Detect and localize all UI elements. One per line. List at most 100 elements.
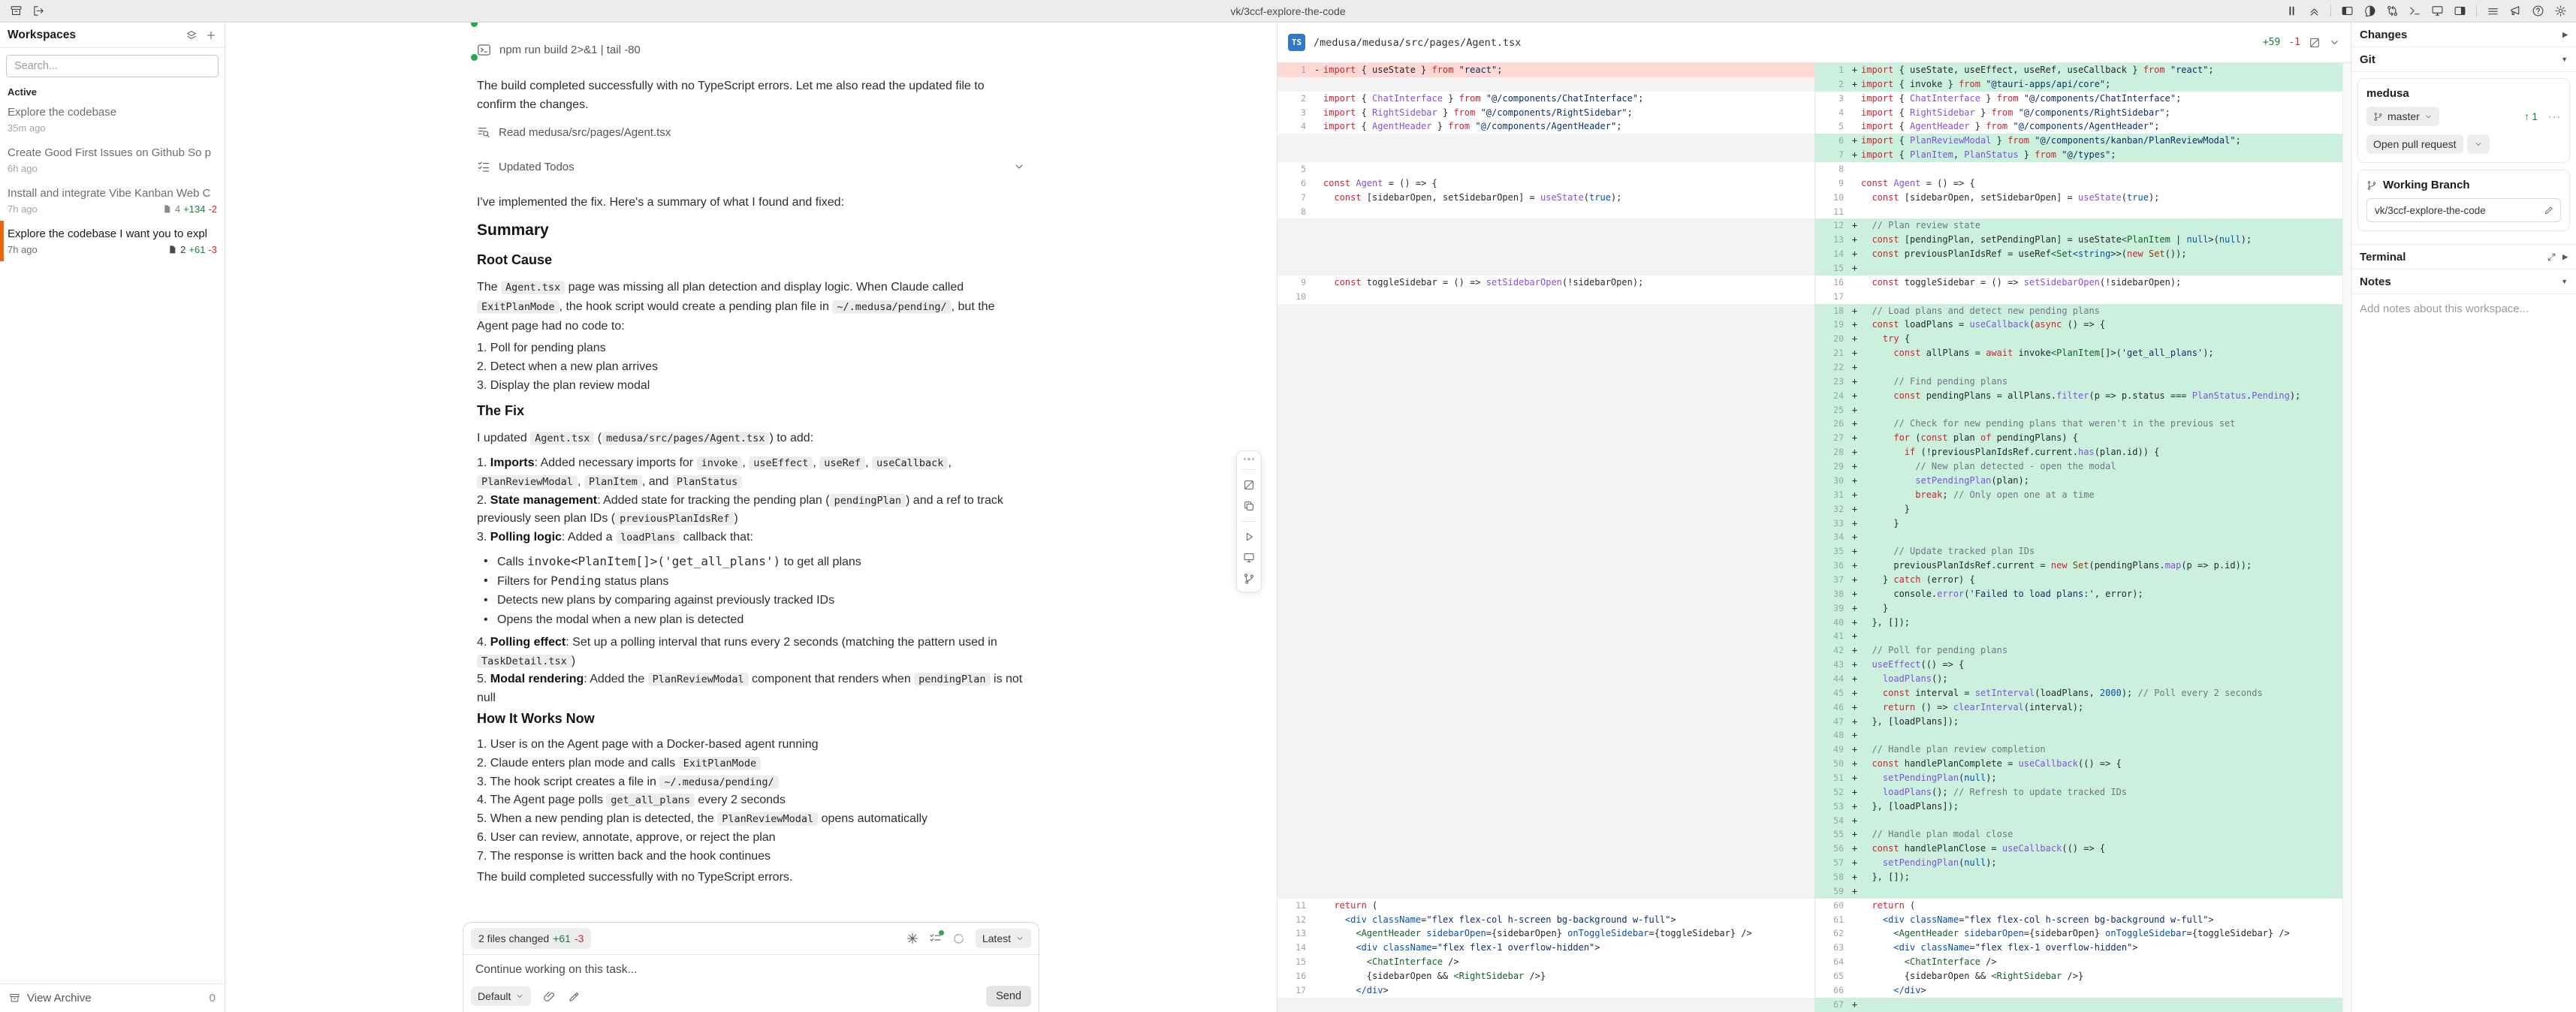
todos-status-icon[interactable] [929,932,942,945]
diff-rows: 1-import { useState } from "react";1+imp… [1277,63,2343,1012]
help-icon[interactable] [2532,5,2544,17]
archive-count: 0 [210,992,216,1004]
pen-icon[interactable] [568,990,581,1003]
diff-row: 24+ const pendingPlans = allPlans.filter… [1277,389,2343,403]
terminal-icon[interactable] [2409,5,2421,17]
window-title: vk/3ccf-explore-the-code [0,0,2576,22]
menu-icon[interactable] [2487,5,2499,17]
copy-icon[interactable] [1243,500,1255,512]
branch-selector[interactable]: master [2366,107,2439,126]
active-section-label: Active [0,80,225,99]
checklist-icon [477,160,490,173]
read-icon [477,125,490,139]
files-changed-badge[interactable]: 2 files changed +61 -3 [471,928,591,949]
diff-row: 26+ // Check for new pending plans that … [1277,417,2343,431]
diff-row: 22+ [1277,360,2343,375]
edit-pencil-icon[interactable] [2544,205,2554,215]
view-archive-button[interactable]: View Archive 0 [0,983,225,1012]
diff-panel: TS /medusa/medusa/src/pages/Agent.tsx +5… [1277,23,2351,1012]
diff-row: 15+ [1277,261,2343,276]
layers-icon[interactable] [186,29,198,41]
assistant-paragraph: I've implemented the fix. Here's a summa… [477,193,1025,212]
files-count: 2 [180,244,186,255]
drag-handle-icon[interactable] [1244,458,1255,460]
expand-triangle-icon: ▼ [2561,56,2568,63]
list-item: 1. Poll for pending plans [477,339,1025,358]
play-icon[interactable] [1243,531,1255,543]
panel-left-icon[interactable] [2341,5,2354,17]
diff-row: 1-import { useState } from "react";1+imp… [1277,63,2343,77]
collapse-chevron-icon[interactable] [2329,37,2340,48]
list-item: 5. When a new pending plan is detected, … [477,810,1025,829]
workspace-item-selected[interactable]: Explore the codebase I want you to expl … [0,221,225,261]
notes-section-header[interactable]: Notes ▼ [2351,270,2576,294]
diff-added-count: +59 [2263,37,2280,48]
diff-row: 5 8 [1277,162,2343,176]
workspace-time: 7h ago [8,203,38,215]
diff-row: 36+ previousPlanIdsRef.current = new Set… [1277,559,2343,573]
working-branch-input[interactable] [2373,204,2539,217]
chevrons-up-icon[interactable] [2308,5,2321,17]
workspace-time: 6h ago [8,163,38,174]
diff-row: 54+ [1277,814,2343,828]
version-dropdown[interactable]: Latest [976,929,1031,948]
read-file-row[interactable]: Read medusa/src/pages/Agent.tsx [477,125,1025,140]
diff-row: 32+ } [1277,502,2343,517]
file-icon [162,204,172,214]
git-branch-icon[interactable] [1243,573,1255,585]
pr-dropdown-button[interactable] [2467,134,2490,154]
updated-todos-row[interactable]: Updated Todos [477,159,1025,174]
chevron-down-icon[interactable] [1013,161,1025,173]
hide-diff-icon[interactable] [2309,37,2321,49]
diff-row: 37+ } catch (error) { [1277,573,2343,587]
mode-dropdown[interactable]: Default [471,986,531,1006]
diff-row: 48+ [1277,728,2343,742]
ahead-indicator: ↑ 1 [2524,110,2538,122]
diff-scrollbar[interactable] [2342,63,2351,1012]
send-button[interactable]: Send [986,986,1031,1007]
chat-bubble-icon[interactable] [2363,5,2376,17]
diff-row: 30+ setPendingPlan(plan); [1277,474,2343,488]
changes-section-header[interactable]: Changes ▶ [2351,23,2576,47]
diff-row: 13 <AgentHeader sidebarOpen={sidebarOpen… [1277,926,2343,941]
panel-right-icon[interactable] [2454,5,2466,17]
monitor-icon[interactable] [1243,552,1255,564]
typescript-file-icon: TS [1288,34,1305,51]
workspace-item[interactable]: Explore the codebase 35m ago [0,99,225,140]
chat-input[interactable] [474,962,1018,983]
archive-icon[interactable] [10,5,23,17]
collapse-triangle-icon: ▶ [2562,31,2568,39]
diff-row: 13+ const [pendingPlan, setPendingPlan] … [1277,233,2343,247]
more-options-icon[interactable]: ··· [2548,110,2561,122]
workspace-search-input[interactable] [6,55,219,77]
diff-row: 29+ // New plan detected - open the moda… [1277,459,2343,474]
diff-row: 7+import { PlanItem, PlanStatus } from "… [1277,148,2343,162]
diff-row: 19+ const loadPlans = useCallback(async … [1277,318,2343,332]
monitor-icon[interactable] [2431,5,2444,17]
workspace-item[interactable]: Create Good First Issues on Github So p … [0,140,225,180]
diff-row: 52+ loadPlans(); // Refresh to update tr… [1277,785,2343,800]
sign-out-icon[interactable] [32,5,45,17]
settings-gear-icon[interactable] [2554,5,2567,17]
diff-row: 56+ const handlePlanClose = useCallback(… [1277,842,2343,856]
megaphone-icon[interactable] [2509,5,2522,17]
open-pull-request-button[interactable]: Open pull request [2366,134,2463,154]
fix-paragraph: I updated Agent.tsx (medusa/src/pages/Ag… [477,429,1025,448]
removed-count: -2 [208,203,217,215]
git-section-header[interactable]: Git ▼ [2351,47,2576,72]
terminal-command-row[interactable]: npm run build 2>&1 | tail -80 [477,42,1025,57]
attach-icon[interactable] [543,990,556,1003]
git-compare-icon[interactable] [2386,5,2399,17]
file-icon [167,245,177,255]
list-item: 4. Polling effect: Set up a polling inte… [477,634,1025,671]
diff-row: 38+ console.error('Failed to load plans:… [1277,587,2343,601]
hide-diff-icon[interactable] [1243,479,1255,491]
expand-icon[interactable] [2547,252,2556,262]
workspace-time: 7h ago [8,244,38,255]
pause-icon[interactable] [2285,5,2298,17]
notes-placeholder[interactable]: Add notes about this workspace... [2351,294,2576,324]
terminal-section-header[interactable]: Terminal ▶ [2351,244,2576,270]
add-workspace-button[interactable] [205,29,217,41]
sparkle-icon[interactable] [906,932,918,944]
workspace-item[interactable]: Install and integrate Vibe Kanban Web C … [0,180,225,221]
